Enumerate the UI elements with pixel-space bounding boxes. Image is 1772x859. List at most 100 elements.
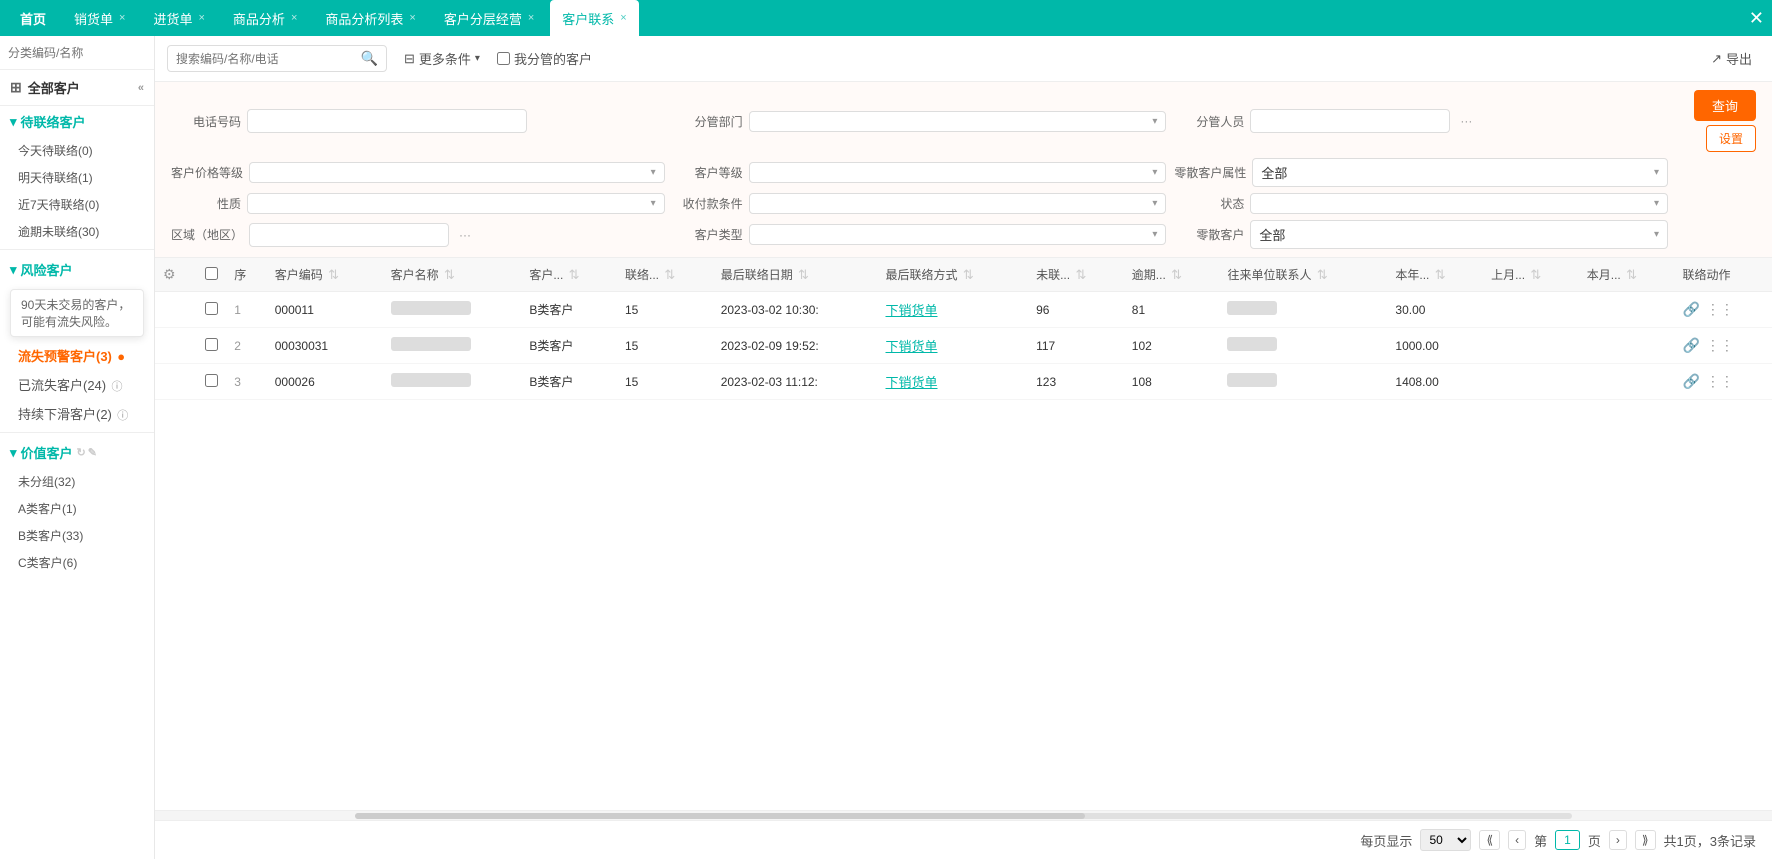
nature-select[interactable]: ▾ <box>247 193 665 214</box>
last-method-col-header[interactable]: 最后联络方式 ⇅ <box>878 258 1029 292</box>
next-page-button[interactable]: › <box>1609 830 1627 850</box>
region-more-icon[interactable]: ··· <box>455 228 475 242</box>
filter-price-grade: 客户价格等级 ▾ <box>171 162 665 183</box>
region-input[interactable] <box>249 223 449 247</box>
payment-select[interactable]: ▾ <box>749 193 1167 214</box>
close-purchase-icon[interactable]: × <box>198 12 204 24</box>
uncontacted-col-header[interactable]: 未联... ⇅ <box>1028 258 1124 292</box>
contact2-col-header[interactable]: 往来单位联系人 ⇅ <box>1219 258 1387 292</box>
sidebar-item-declining[interactable]: 持续下滑客户(2) ⓘ <box>0 399 154 428</box>
settings-button[interactable]: 设置 <box>1706 125 1756 152</box>
filter-more-button[interactable]: ⊟ 更多条件 ▾ <box>395 44 489 73</box>
nav-goods-analysis[interactable]: 商品分析 × <box>221 0 309 36</box>
action-link-icon[interactable]: 🔗 <box>1682 337 1699 354</box>
action-more-icon[interactable]: ⋮⋮ <box>1706 337 1734 354</box>
code-col-header[interactable]: 客户编码 ⇅ <box>267 258 383 292</box>
last-page-button[interactable]: ⟫ <box>1635 830 1656 850</box>
retail-customer-select[interactable]: 全部 ▾ <box>1250 220 1668 249</box>
my-customer-checkbox[interactable] <box>497 52 510 65</box>
export-button[interactable]: ↗ 导出 <box>1703 45 1760 72</box>
year-amount-col-header[interactable]: 本年... ⇅ <box>1387 258 1483 292</box>
row-gear <box>155 292 196 328</box>
sidebar-item-class-c[interactable]: C类客户(6) <box>0 549 154 576</box>
nav-customer-tier[interactable]: 客户分层经营 × <box>432 0 546 36</box>
row-this-month <box>1579 364 1675 400</box>
first-page-button[interactable]: ⟪ <box>1479 830 1500 850</box>
row-last-date: 2023-03-02 10:30: <box>713 292 878 328</box>
group-risk-header[interactable]: ▾ 风险客户 <box>0 254 154 285</box>
close-customer-contact-icon[interactable]: × <box>620 12 626 24</box>
action-link-icon[interactable]: 🔗 <box>1682 373 1699 390</box>
contact-col-header[interactable]: 联络... ⇅ <box>617 258 713 292</box>
action-more-icon[interactable]: ⋮⋮ <box>1706 373 1734 390</box>
action-link-icon[interactable]: 🔗 <box>1682 301 1699 318</box>
group-pending-header[interactable]: ▾ 待联络客户 <box>0 106 154 137</box>
expand-icon: ▾ <box>10 114 17 130</box>
sidebar-all-customers[interactable]: ⊞ 全部客户 « <box>0 70 154 106</box>
nav-goods-list[interactable]: 商品分析列表 × <box>313 0 427 36</box>
collapse-icon[interactable]: « <box>138 82 144 94</box>
type-col-header[interactable]: 客户... ⇅ <box>521 258 617 292</box>
customer-grade-select[interactable]: ▾ <box>749 162 1167 183</box>
table-wrap: ⚙ 序 客户编码 ⇅ 客户名称 ⇅ 客户... ⇅ <box>155 258 1772 810</box>
customer-type-select[interactable]: ▾ <box>749 224 1167 245</box>
close-goods-list-icon[interactable]: × <box>409 12 415 24</box>
page-label: 第 <box>1534 831 1547 850</box>
this-month-col-header[interactable]: 本月... ⇅ <box>1579 258 1675 292</box>
row-overdue: 102 <box>1124 328 1220 364</box>
search-button[interactable]: 🔍 <box>361 50 378 67</box>
scrollbar-thumb[interactable] <box>355 813 1085 819</box>
close-goods-analysis-icon[interactable]: × <box>291 12 297 24</box>
horizontal-scrollbar[interactable] <box>155 810 1772 820</box>
nav-home[interactable]: 首页 <box>8 0 58 36</box>
per-page-select[interactable]: 50 100 200 <box>1420 829 1471 851</box>
per-page-label: 每页显示 <box>1360 831 1412 850</box>
sidebar-item-churned[interactable]: 已流失客户(24) ⓘ <box>0 370 154 399</box>
search-input[interactable] <box>176 52 357 66</box>
retail-attr-select[interactable]: 全部 ▾ <box>1252 158 1668 187</box>
manager-more-icon[interactable]: ··· <box>1456 114 1476 128</box>
query-button[interactable]: 查询 <box>1694 90 1756 121</box>
nav-sales[interactable]: 销货单 × <box>62 0 137 36</box>
name-col-header[interactable]: 客户名称 ⇅ <box>383 258 522 292</box>
select-all-checkbox[interactable] <box>205 267 218 280</box>
dept-select[interactable]: ▾ <box>749 111 1167 132</box>
phone-input[interactable] <box>247 109 527 133</box>
close-customer-tier-icon[interactable]: × <box>528 12 534 24</box>
nav-purchase[interactable]: 进货单 × <box>141 0 216 36</box>
prev-page-button[interactable]: ‹ <box>1508 830 1526 850</box>
group-value-header[interactable]: ▾ 价值客户 ↻ ✎ <box>0 437 154 468</box>
sidebar-item-tomorrow[interactable]: 明天待联络(1) <box>0 164 154 191</box>
sidebar-item-class-b[interactable]: B类客户(33) <box>0 522 154 549</box>
sidebar-search-input[interactable] <box>8 46 155 60</box>
last-date-col-header[interactable]: 最后联络日期 ⇅ <box>713 258 878 292</box>
status-select[interactable]: ▾ <box>1250 193 1668 214</box>
close-sales-icon[interactable]: × <box>119 12 125 24</box>
price-grade-arrow-icon: ▾ <box>651 167 656 178</box>
row-select-checkbox[interactable] <box>205 302 218 315</box>
overdue-col-header[interactable]: 逾期... ⇅ <box>1124 258 1220 292</box>
grid-icon: ⊞ <box>10 79 22 96</box>
nav-customer-contact[interactable]: 客户联系 × <box>550 0 638 36</box>
sidebar-item-overdue[interactable]: 逾期未联络(30) <box>0 218 154 245</box>
row-select-checkbox[interactable] <box>205 374 218 387</box>
row-last-method: 下销货单 <box>878 292 1029 328</box>
sidebar-item-ungrouped[interactable]: 未分组(32) <box>0 468 154 495</box>
last-month-col-header[interactable]: 上月... ⇅ <box>1483 258 1579 292</box>
current-page[interactable]: 1 <box>1555 830 1580 850</box>
row-last-month <box>1483 328 1579 364</box>
close-all-button[interactable]: ✕ <box>1749 8 1764 29</box>
refresh-icon[interactable]: ↻ <box>77 446 86 459</box>
edit-icon[interactable]: ✎ <box>88 446 97 459</box>
price-grade-select[interactable]: ▾ <box>249 162 665 183</box>
region-label: 区域（地区） <box>171 226 243 243</box>
action-more-icon[interactable]: ⋮⋮ <box>1706 301 1734 318</box>
sidebar-item-week[interactable]: 近7天待联络(0) <box>0 191 154 218</box>
sidebar-item-churn-warning[interactable]: 流失预警客户(3) ● <box>0 341 154 370</box>
row-select-checkbox[interactable] <box>205 338 218 351</box>
filter-customer-grade: 客户等级 ▾ <box>673 162 1167 183</box>
manager-input[interactable] <box>1250 109 1450 133</box>
sidebar-item-class-a[interactable]: A类客户(1) <box>0 495 154 522</box>
table-settings-icon[interactable]: ⚙ <box>163 266 176 282</box>
sidebar-item-today[interactable]: 今天待联络(0) <box>0 137 154 164</box>
